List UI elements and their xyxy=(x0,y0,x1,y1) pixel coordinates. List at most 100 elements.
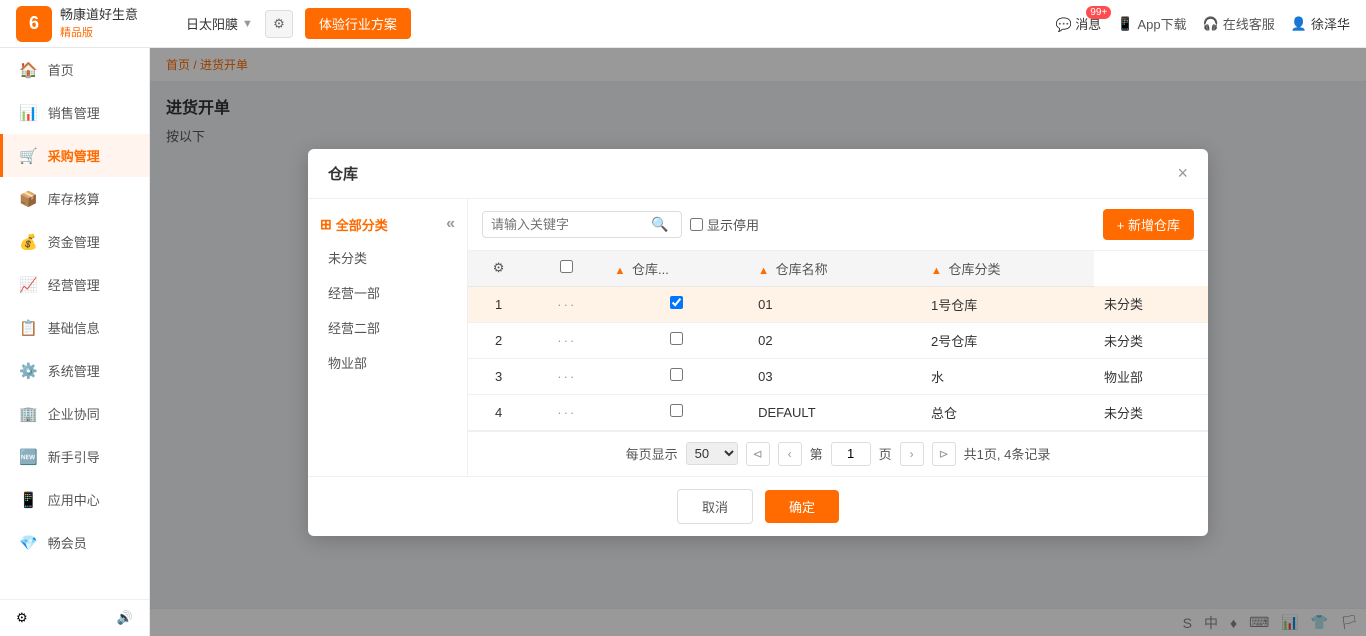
sidebar-item-inventory[interactable]: 📦 库存核算 xyxy=(0,177,149,220)
sort-icon-name: ▲ xyxy=(758,265,769,277)
category-item-operations1[interactable]: 经营一部 xyxy=(308,275,467,310)
next-page-button[interactable]: › xyxy=(900,442,924,466)
settings-button[interactable]: ⚙ xyxy=(265,10,293,38)
notifications-area[interactable]: 💬 99+ 消息 xyxy=(1055,14,1101,33)
data-table: ⚙ ▲ 仓库... ▲ 仓库名称 xyxy=(468,251,1208,431)
apps-icon: 📱 xyxy=(19,491,38,509)
search-input[interactable] xyxy=(491,217,651,232)
table-row[interactable]: 2 ··· 02 2号仓库 未分类 xyxy=(468,322,1208,358)
show-disabled-checkbox[interactable] xyxy=(690,218,703,231)
first-page-button[interactable]: ⊲ xyxy=(746,442,770,466)
warehouse-modal: 仓库 × ⊞ 全部分类 « 未分类 xyxy=(308,149,1208,536)
table-header-row: ⚙ ▲ 仓库... ▲ 仓库名称 xyxy=(468,251,1208,287)
col-name-header: ▲ 仓库名称 xyxy=(748,251,921,287)
sidebar-bottom: ⚙ 🔊 xyxy=(0,599,149,636)
row-category-cell: 未分类 xyxy=(1094,322,1208,358)
sidebar-label-enterprise: 企业协同 xyxy=(48,404,100,423)
logo-area: 6 畅康道好生意 精品版 xyxy=(16,6,166,42)
table-row[interactable]: 1 ··· 01 1号仓库 未分类 xyxy=(468,286,1208,322)
sidebar-item-apps[interactable]: 📱 应用中心 xyxy=(0,478,149,521)
search-box: 🔍 xyxy=(482,211,682,238)
more-actions-icon[interactable]: ··· xyxy=(557,369,576,384)
row-name-cell: 1号仓库 xyxy=(921,286,1094,322)
app-name: 畅康道好生意 xyxy=(60,7,138,24)
row-number-cell: 4 xyxy=(468,394,529,430)
inventory-icon: 📦 xyxy=(19,190,38,208)
enterprise-icon: 🏢 xyxy=(19,405,38,423)
user-name: 徐泽华 xyxy=(1311,14,1350,33)
sort-icon-category: ▲ xyxy=(931,265,942,277)
sidebar-item-system[interactable]: ⚙️ 系统管理 xyxy=(0,349,149,392)
row-checkbox[interactable] xyxy=(670,332,683,345)
app-download-area[interactable]: 📱 App下载 xyxy=(1117,14,1186,33)
category-item-property[interactable]: 物业部 xyxy=(308,345,467,380)
add-warehouse-button[interactable]: + 新增仓库 xyxy=(1103,209,1194,240)
online-service-area[interactable]: 🎧 在线客服 xyxy=(1203,14,1275,33)
col-settings-header: ⚙ xyxy=(468,251,529,287)
user-avatar-icon: 👤 xyxy=(1291,16,1307,32)
cancel-button[interactable]: 取消 xyxy=(677,489,753,524)
more-actions-icon[interactable]: ··· xyxy=(557,333,576,348)
sidebar-label-guide: 新手引导 xyxy=(48,447,100,466)
prev-page-button[interactable]: ‹ xyxy=(778,442,802,466)
modal-title: 仓库 xyxy=(328,163,358,184)
page-label-after: 页 xyxy=(879,444,892,463)
main-content: 首页 / 进货开单 进货开单 按以下 仓库 × xyxy=(150,48,1366,636)
more-actions-icon[interactable]: ··· xyxy=(557,405,576,420)
per-page-select[interactable]: 50 20 100 xyxy=(686,442,738,465)
sidebar-item-sales[interactable]: 📊 销售管理 xyxy=(0,91,149,134)
sidebar-item-home[interactable]: 🏠 首页 xyxy=(0,48,149,91)
row-number-cell: 3 xyxy=(468,358,529,394)
category-all-label[interactable]: 全部分类 xyxy=(336,215,388,234)
sidebar-item-member[interactable]: 💎 畅会员 xyxy=(0,521,149,564)
trial-button[interactable]: 体验行业方案 xyxy=(305,8,411,39)
notifications-label: 消息 xyxy=(1075,17,1101,32)
sidebar-label-purchase: 采购管理 xyxy=(48,146,100,165)
table-body: 1 ··· 01 1号仓库 未分类 2 ··· 02 2号仓库 未分类 3 ··… xyxy=(468,286,1208,430)
row-checkbox[interactable] xyxy=(670,368,683,381)
sidebar-label-inventory: 库存核算 xyxy=(48,189,100,208)
sidebar-item-operations[interactable]: 📈 经营管理 xyxy=(0,263,149,306)
more-actions-icon[interactable]: ··· xyxy=(557,297,576,312)
sidebar: 🏠 首页 📊 销售管理 🛒 采购管理 📦 库存核算 💰 资金管理 📈 经营管理 … xyxy=(0,48,150,636)
sidebar-label-apps: 应用中心 xyxy=(48,490,100,509)
sidebar-item-enterprise[interactable]: 🏢 企业协同 xyxy=(0,392,149,435)
sidebar-sound-icon[interactable]: 🔊 xyxy=(117,610,133,626)
user-area[interactable]: 👤 徐泽华 xyxy=(1291,14,1350,33)
row-category-cell: 未分类 xyxy=(1094,394,1208,430)
row-name-cell: 总仓 xyxy=(921,394,1094,430)
last-page-button[interactable]: ⊳ xyxy=(932,442,956,466)
row-checkbox[interactable] xyxy=(670,404,683,417)
page-label-before: 第 xyxy=(810,444,823,463)
sidebar-item-purchase[interactable]: 🛒 采购管理 xyxy=(0,134,149,177)
row-checkbox[interactable] xyxy=(670,296,683,309)
sidebar-item-finance[interactable]: 💰 资金管理 xyxy=(0,220,149,263)
row-code-cell: 03 xyxy=(748,358,921,394)
row-name-cell: 2号仓库 xyxy=(921,322,1094,358)
category-item-operations2[interactable]: 经营二部 xyxy=(308,310,467,345)
table-row[interactable]: 4 ··· DEFAULT 总仓 未分类 xyxy=(468,394,1208,430)
app-logo-icon: 6 xyxy=(16,6,52,42)
sidebar-label-home: 首页 xyxy=(48,60,74,79)
confirm-button[interactable]: 确定 xyxy=(765,490,839,523)
page-number-input[interactable] xyxy=(831,442,871,466)
modal-header: 仓库 × xyxy=(308,149,1208,199)
row-code-cell: 01 xyxy=(748,286,921,322)
show-disabled-label: 显示停用 xyxy=(690,215,759,234)
category-collapse-button[interactable]: « xyxy=(446,215,455,233)
sidebar-settings-icon[interactable]: ⚙ xyxy=(16,610,28,626)
modal-body: ⊞ 全部分类 « 未分类 经营一部 经营二部 物业部 xyxy=(308,199,1208,476)
col-code-header: ▲ 仓库... xyxy=(604,251,748,287)
category-item-unclassified[interactable]: 未分类 xyxy=(308,240,467,275)
select-all-checkbox[interactable] xyxy=(560,260,573,273)
sidebar-item-guide[interactable]: 🆕 新手引导 xyxy=(0,435,149,478)
table-row[interactable]: 3 ··· 03 水 物业部 xyxy=(468,358,1208,394)
modal-close-button[interactable]: × xyxy=(1177,163,1188,184)
sidebar-label-operations: 经营管理 xyxy=(48,275,100,294)
row-checkbox-cell xyxy=(604,322,748,358)
store-selector[interactable]: 日太阳膜 ▼ xyxy=(186,14,253,33)
search-icon[interactable]: 🔍 xyxy=(651,216,668,233)
operations-icon: 📈 xyxy=(19,276,38,294)
sidebar-item-basic[interactable]: 📋 基础信息 xyxy=(0,306,149,349)
purchase-icon: 🛒 xyxy=(19,147,38,165)
